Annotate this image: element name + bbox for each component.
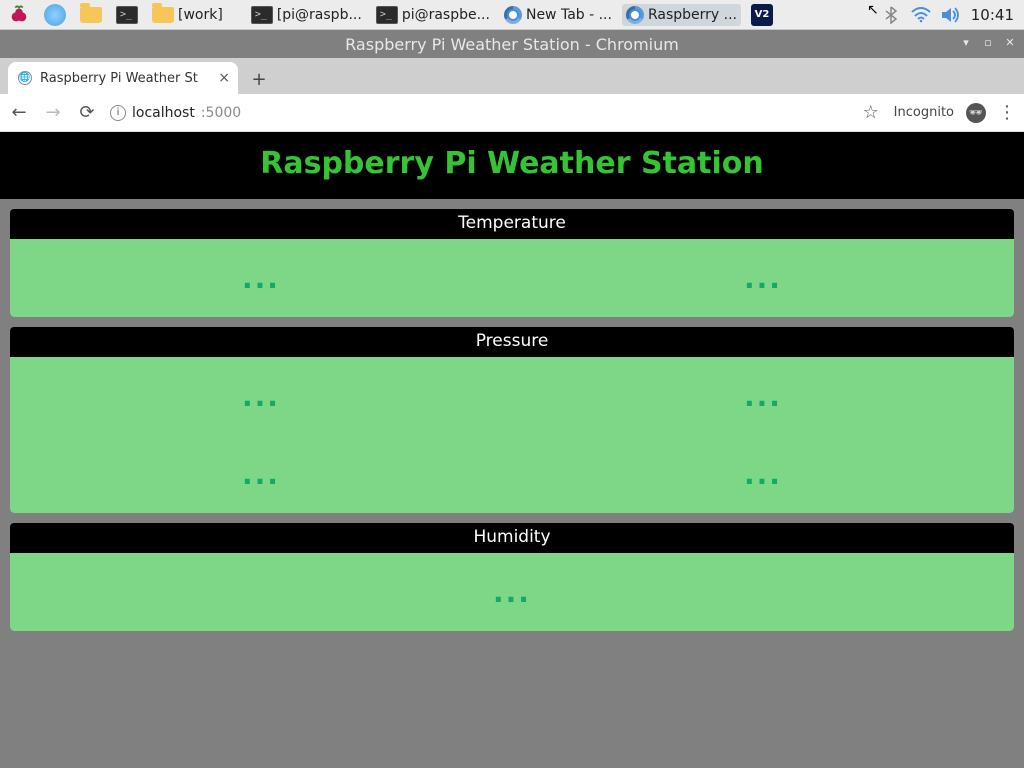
close-icon[interactable]: × <box>218 70 230 86</box>
url-port: :5000 <box>201 105 241 121</box>
card-title: Temperature <box>10 209 1014 239</box>
window-title: Raspberry Pi Weather Station - Chromium <box>345 35 679 54</box>
globe-icon: 🌐 <box>18 71 32 85</box>
metric-value: ... <box>10 435 512 513</box>
vnc-icon: V2 <box>751 4 773 26</box>
taskbar-window-vnc[interactable]: V2 <box>747 2 777 28</box>
system-tray: 10:41 <box>881 5 1020 25</box>
chromium-icon <box>626 6 644 24</box>
metric-value: ... <box>10 357 512 435</box>
volume-icon[interactable] <box>941 5 961 25</box>
incognito-label: Incognito <box>894 105 954 120</box>
chromium-icon <box>504 6 522 24</box>
window-minimize-button[interactable]: ▾ <box>958 34 974 50</box>
taskbar-window-terminal-2[interactable]: >_ pi@raspbe... <box>372 4 494 26</box>
site-info-icon[interactable]: i <box>110 105 126 121</box>
card-grid: ............ <box>10 357 1014 513</box>
terminal-icon: >_ <box>376 6 398 24</box>
metric-card: Pressure............ <box>10 327 1014 513</box>
tab-title: Raspberry Pi Weather St <box>40 71 198 86</box>
incognito-icon: 🕶 <box>966 103 986 123</box>
terminal-icon: >_ <box>251 6 273 24</box>
card-grid: ... <box>10 553 1014 631</box>
taskbar-files[interactable] <box>76 5 106 25</box>
metric-value: ... <box>10 239 512 317</box>
raspberry-icon <box>8 4 30 26</box>
address-bar[interactable]: i localhost :5000 <box>110 105 848 121</box>
taskbar-web[interactable] <box>40 2 70 28</box>
page-viewport: Raspberry Pi Weather Station Temperature… <box>0 132 1024 768</box>
globe-icon <box>44 4 66 26</box>
card-list: Temperature......Pressure............Hum… <box>0 199 1024 641</box>
browser-tabstrip: 🌐 Raspberry Pi Weather St × + <box>0 58 1024 94</box>
window-titlebar: Raspberry Pi Weather Station - Chromium … <box>0 30 1024 58</box>
window-maximize-button[interactable]: ▫ <box>980 34 996 50</box>
folder-icon <box>80 7 102 23</box>
taskbar-label: New Tab - ... <box>526 7 612 23</box>
taskbar-terminal[interactable]: >_ <box>112 4 142 26</box>
taskbar-window-chromium-2[interactable]: Raspberry ... <box>622 4 741 26</box>
url-host: localhost <box>132 105 195 121</box>
card-title: Humidity <box>10 523 1014 553</box>
taskbar-folder-work[interactable]: [work] <box>148 5 227 25</box>
browser-toolbar: ← → ⟳ i localhost :5000 ☆ Incognito 🕶 ⋮ <box>0 94 1024 132</box>
terminal-icon: >_ <box>116 6 138 24</box>
metric-value: ... <box>512 239 1014 317</box>
clock[interactable]: 10:41 <box>971 6 1014 24</box>
new-tab-button[interactable]: + <box>248 68 270 90</box>
taskbar-label: pi@raspbe... <box>402 7 490 23</box>
forward-button[interactable]: → <box>42 102 64 124</box>
taskbar-label: [work] <box>178 7 223 23</box>
taskbar-window-terminal-1[interactable]: >_ [pi@raspb... <box>247 4 366 26</box>
metric-card: Temperature...... <box>10 209 1014 317</box>
bluetooth-icon[interactable] <box>881 5 901 25</box>
bookmark-icon[interactable]: ☆ <box>860 102 882 124</box>
page-title: Raspberry Pi Weather Station <box>0 132 1024 199</box>
wifi-icon[interactable] <box>911 5 931 25</box>
reload-button[interactable]: ⟳ <box>76 102 98 124</box>
card-grid: ...... <box>10 239 1014 317</box>
folder-icon <box>152 7 174 23</box>
metric-value: ... <box>10 553 1014 631</box>
card-title: Pressure <box>10 327 1014 357</box>
back-button[interactable]: ← <box>8 102 30 124</box>
window-close-button[interactable]: ✕ <box>1002 34 1018 50</box>
metric-value: ... <box>512 435 1014 513</box>
metric-card: Humidity... <box>10 523 1014 631</box>
taskbar-label: Raspberry ... <box>648 7 737 23</box>
browser-tab[interactable]: 🌐 Raspberry Pi Weather St × <box>8 62 238 94</box>
browser-menu-button[interactable]: ⋮ <box>998 102 1016 123</box>
metric-value: ... <box>512 357 1014 435</box>
taskbar-label: [pi@raspb... <box>277 7 362 23</box>
taskbar-menu[interactable] <box>4 2 34 28</box>
os-taskbar: >_ [work] >_ [pi@raspb... >_ pi@raspbe..… <box>0 0 1024 30</box>
taskbar-window-chromium-1[interactable]: New Tab - ... <box>500 4 616 26</box>
